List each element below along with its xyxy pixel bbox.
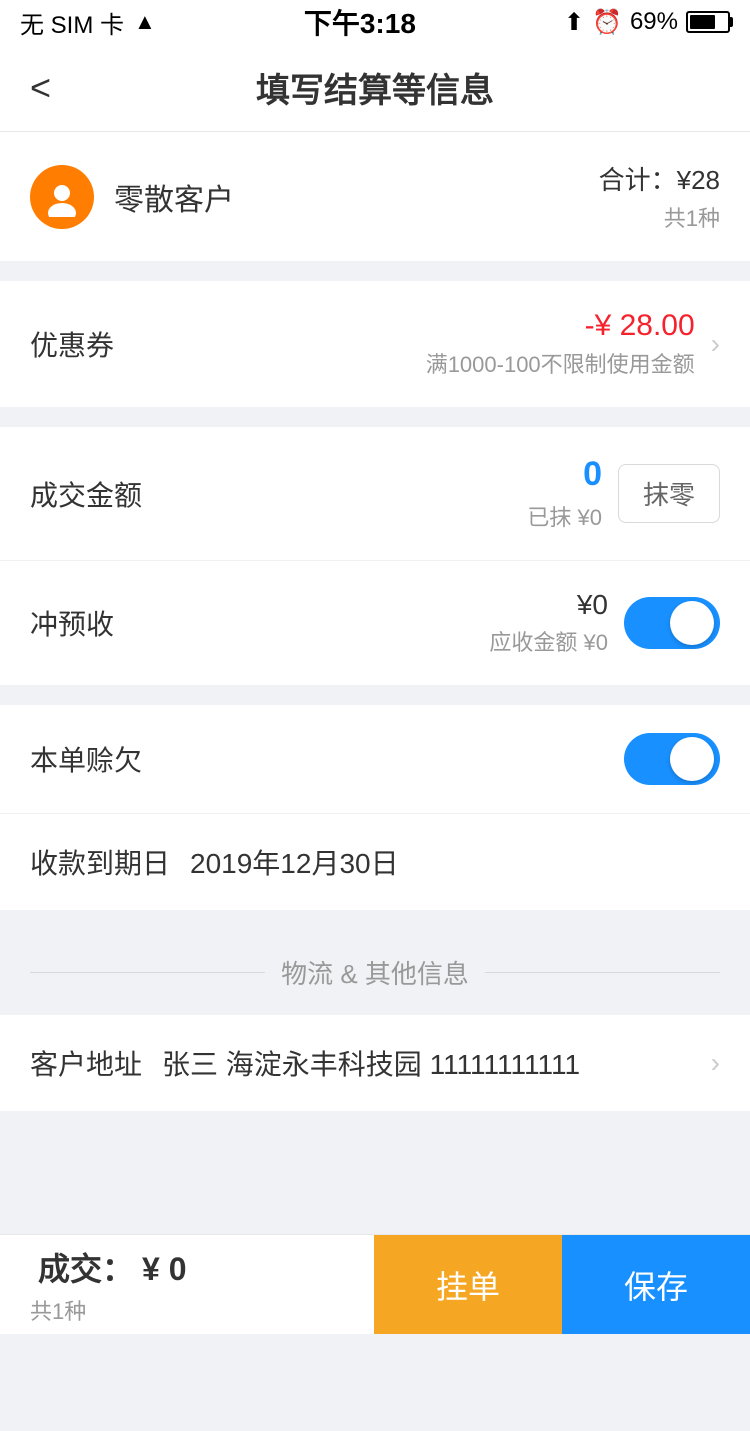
bottom-info: 成交：¥ 0 共1种	[0, 1235, 374, 1334]
credit-label: 本单赊欠	[30, 739, 142, 779]
divider-1	[0, 261, 750, 281]
precollect-row: 冲预收 ¥0 应收金额 ¥0	[0, 561, 750, 685]
deal-amount-row: 成交金额 0 已抹 ¥0 抹零	[0, 427, 750, 561]
address-chevron-icon: ›	[711, 1047, 720, 1079]
credit-toggle-knob	[670, 737, 714, 781]
logistics-header: 物流 & 其他信息	[0, 930, 750, 1015]
status-bar: 无 SIM 卡 ▲ 下午3:18 ⬆ ⏰ 69%	[0, 0, 750, 44]
carrier-label: 无 SIM 卡	[20, 5, 124, 40]
customer-section: 零散客户 合计：¥28 共1种	[0, 132, 750, 261]
credit-section: 本单赊欠 收款到期日 2019年12月30日	[0, 705, 750, 910]
address-value: 张三 海淀永丰科技园 11111111111	[162, 1043, 711, 1083]
bottom-deal-prefix: 成交：	[38, 1251, 134, 1287]
deal-section: 成交金额 0 已抹 ¥0 抹零 冲预收 ¥0 应收金额 ¥0	[0, 427, 750, 685]
bottom-deal-label: 成交：¥ 0	[30, 1244, 374, 1290]
precollect-info: ¥0 应收金额 ¥0	[489, 589, 608, 657]
bottom-count-label: 共1种	[30, 1294, 374, 1326]
deal-amount-sub: 已抹 ¥0	[527, 500, 602, 532]
nav-bar: < 填写结算等信息	[0, 44, 750, 132]
coupon-row[interactable]: 优惠券 -¥ 28.00 满1000-100不限制使用金额 ›	[0, 281, 750, 407]
deal-amount-info: 0 已抹 ¥0	[527, 455, 602, 532]
location-icon: ⬆	[564, 8, 584, 37]
precollect-label: 冲预收	[30, 603, 114, 643]
coupon-label: 优惠券	[30, 324, 114, 364]
duedate-row: 收款到期日 2019年12月30日	[0, 813, 750, 910]
bottom-bar: 成交：¥ 0 共1种 挂单 保存	[0, 1234, 750, 1334]
bottom-deal-value: ¥ 0	[142, 1251, 186, 1287]
coupon-discount: -¥ 28.00	[426, 309, 695, 343]
customer-left: 零散客户	[30, 165, 234, 229]
logistics-line-right	[485, 972, 720, 973]
duedate-label: 收款到期日	[30, 842, 170, 882]
customer-right: 合计：¥28 共1种	[599, 160, 720, 233]
coupon-section: 优惠券 -¥ 28.00 满1000-100不限制使用金额 ›	[0, 281, 750, 407]
customer-total: 合计：¥28	[599, 160, 720, 197]
divider-3	[0, 685, 750, 705]
battery-fill	[690, 15, 715, 29]
hold-button[interactable]: 挂单	[374, 1235, 562, 1334]
deal-amount-label: 成交金额	[30, 474, 142, 514]
coupon-right: -¥ 28.00 满1000-100不限制使用金额 ›	[426, 309, 720, 379]
credit-toggle[interactable]	[624, 733, 720, 785]
battery-percent: 69%	[630, 8, 678, 36]
round-button[interactable]: 抹零	[618, 464, 720, 523]
deal-amount-right: 0 已抹 ¥0 抹零	[527, 455, 720, 532]
logistics-label: 物流 & 其他信息	[281, 954, 469, 991]
divider-4	[0, 910, 750, 930]
precollect-right: ¥0 应收金额 ¥0	[489, 589, 720, 657]
battery-tip	[730, 17, 733, 27]
divider-2	[0, 407, 750, 427]
back-button[interactable]: <	[30, 67, 51, 109]
precollect-sub: 应收金额 ¥0	[489, 625, 608, 657]
coupon-info: -¥ 28.00 满1000-100不限制使用金额	[426, 309, 695, 379]
customer-name: 零散客户	[114, 175, 234, 219]
precollect-value: ¥0	[489, 589, 608, 621]
logistics-line-left	[30, 972, 265, 973]
battery-icon	[686, 11, 730, 33]
wifi-icon: ▲	[134, 9, 156, 35]
customer-count: 共1种	[599, 201, 720, 233]
coupon-description: 满1000-100不限制使用金额	[426, 347, 695, 379]
credit-row: 本单赊欠	[0, 705, 750, 813]
status-left: 无 SIM 卡 ▲	[20, 5, 156, 40]
avatar	[30, 165, 94, 229]
deal-amount-value: 0	[583, 455, 602, 493]
address-label: 客户地址	[30, 1043, 142, 1083]
save-button[interactable]: 保存	[562, 1235, 750, 1334]
time-label: 下午3:18	[304, 2, 416, 42]
chevron-right-icon: ›	[711, 328, 720, 360]
duedate-value: 2019年12月30日	[190, 842, 399, 882]
toggle-knob	[670, 601, 714, 645]
status-right: ⬆ ⏰ 69%	[564, 8, 730, 37]
address-row[interactable]: 客户地址 张三 海淀永丰科技园 11111111111 ›	[0, 1015, 750, 1111]
alarm-icon: ⏰	[592, 8, 622, 37]
precollect-toggle[interactable]	[624, 597, 720, 649]
page-title: 填写结算等信息	[256, 63, 494, 112]
